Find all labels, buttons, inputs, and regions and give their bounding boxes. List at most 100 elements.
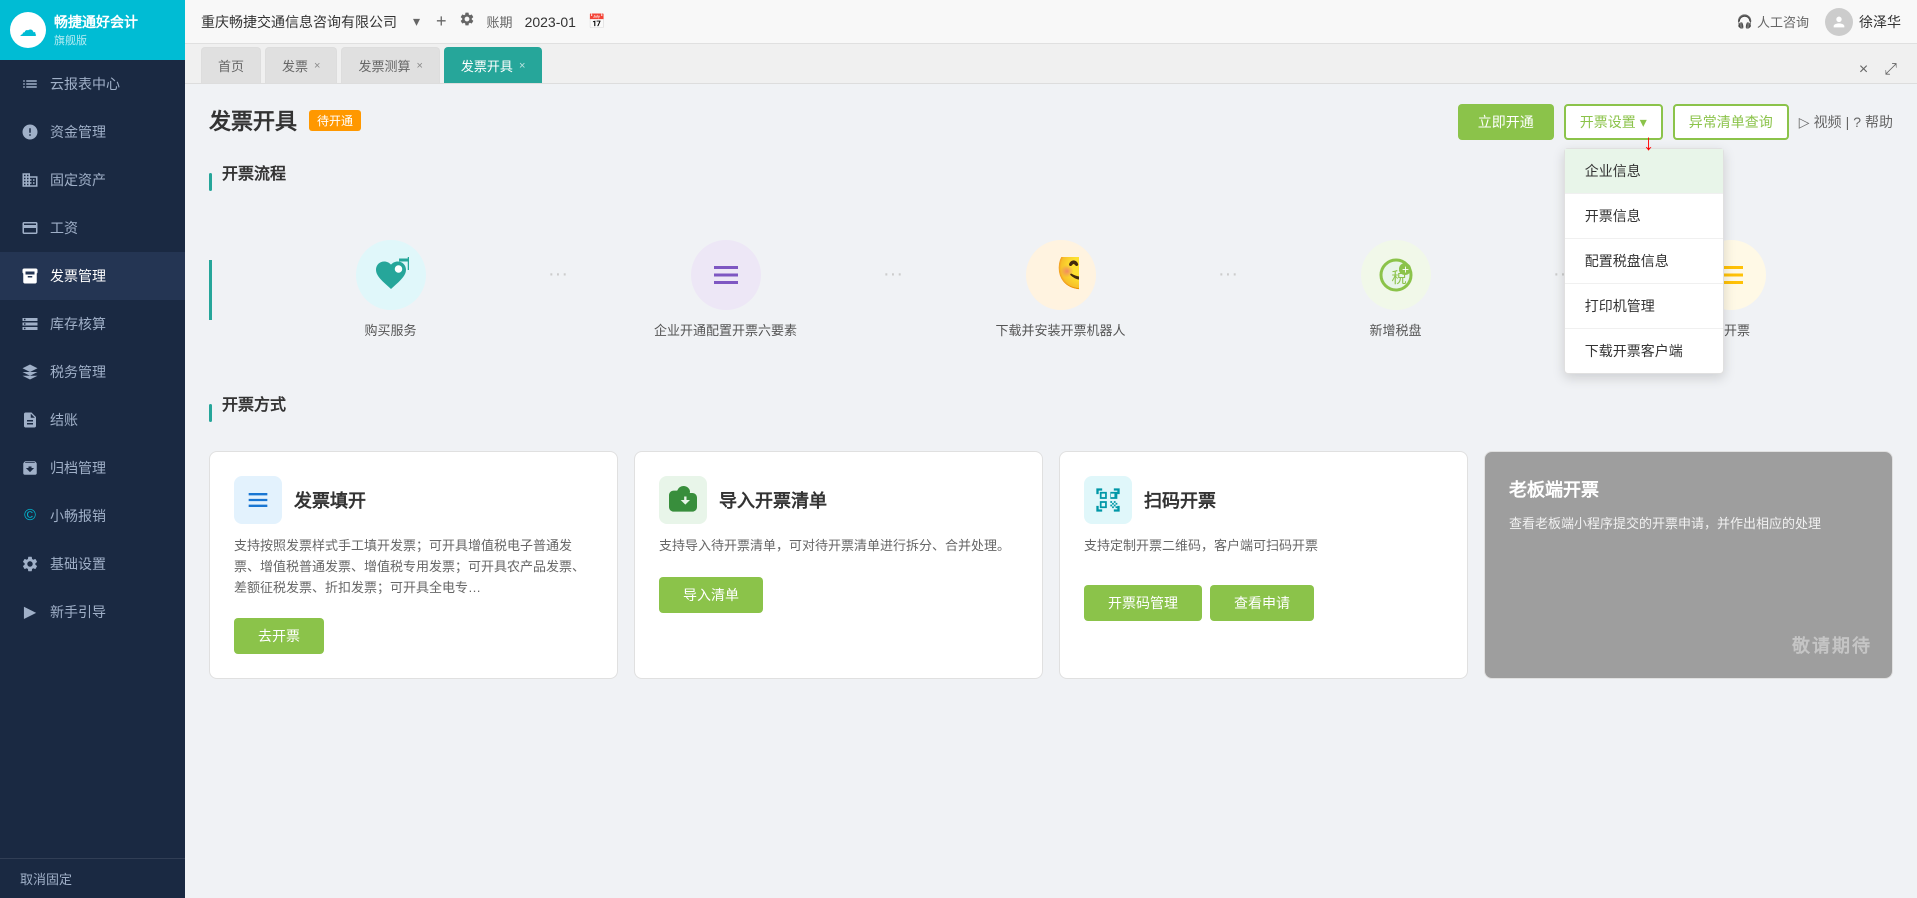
sidebar-nav: 云报表中心 资金管理 固定资产 工资 [0, 60, 185, 858]
calendar-icon[interactable]: 📅 [588, 13, 605, 30]
tabs-actions: × ⤢ [1855, 57, 1901, 83]
company-dropdown-icon[interactable]: ▾ [413, 13, 420, 30]
sidebar-item-shuiwu[interactable]: 税务管理 [0, 348, 185, 396]
user-info[interactable]: 徐泽华 [1825, 8, 1901, 36]
tab-invoice-open[interactable]: 发票开具 × [444, 47, 542, 83]
download-icon: 😊 [1026, 240, 1096, 310]
tab-invoice-open-close[interactable]: × [519, 60, 525, 72]
settle-icon [20, 410, 40, 430]
scan-icon [1084, 476, 1132, 524]
separator: | [1846, 114, 1850, 130]
settings-dropdown-wrapper: 开票设置 ▾ → 企业信息 开票信息 配置税盘 [1564, 104, 1663, 140]
period-label: 账期 [487, 12, 513, 31]
red-arrow-icon: → [1639, 133, 1665, 155]
salary-icon [20, 218, 40, 238]
process-divider [209, 260, 212, 320]
sidebar-item-guidang[interactable]: 归档管理 [0, 444, 185, 492]
sidebar-item-fapiao[interactable]: 发票管理 [0, 252, 185, 300]
archive-icon [20, 458, 40, 478]
tax-disk-icon: 税+ [1361, 240, 1431, 310]
chart-icon [20, 74, 40, 94]
tab-invoice-close[interactable]: × [314, 60, 320, 72]
report-icon: © [20, 506, 40, 526]
fill-go-button[interactable]: 去开票 [234, 618, 324, 654]
consult-button[interactable]: 🎧 人工咨询 [1737, 12, 1809, 31]
tab-invoice[interactable]: 发票 × [265, 47, 337, 83]
dropdown-item-download-client[interactable]: 下载开票客户端 [1565, 329, 1723, 373]
header-right: 🎧 人工咨询 徐泽华 [1737, 8, 1901, 36]
dropdown-item-company-info[interactable]: 企业信息 [1565, 149, 1723, 194]
sidebar-unpin[interactable]: 取消固定 [0, 858, 185, 898]
boss-card-header: 老板端开票 [1509, 476, 1868, 502]
user-avatar [1825, 8, 1853, 36]
billing-section-title: 开票方式 [222, 391, 286, 415]
building-icon [20, 170, 40, 190]
process-step-download: 😊 下载并安装开票机器人 [898, 240, 1223, 339]
header: 重庆畅捷交通信息咨询有限公司 ▾ + 账期 2023-01 📅 🎧 人工咨询 徐… [185, 0, 1917, 44]
storage-icon [20, 314, 40, 334]
dropdown-item-printer[interactable]: 打印机管理 [1565, 284, 1723, 329]
tab-home[interactable]: 首页 [201, 47, 261, 83]
tab-close-button[interactable]: × [1855, 57, 1872, 83]
sidebar-item-zijin[interactable]: 资金管理 [0, 108, 185, 156]
activate-button[interactable]: 立即开通 [1458, 104, 1554, 140]
page-title: 发票开具 [209, 104, 297, 136]
sidebar-item-jiezhang[interactable]: 结账 [0, 396, 185, 444]
status-badge: 待开通 [309, 110, 361, 131]
import-icon [659, 476, 707, 524]
guide-icon: ▶ [20, 602, 40, 622]
section-line [209, 173, 212, 191]
period-value: 2023-01 [525, 14, 576, 30]
process-step-tax: 税+ 新增税盘 [1233, 240, 1558, 339]
scan-card-header: 扫码开票 [1084, 476, 1443, 524]
dropdown-item-tax-disk[interactable]: 配置税盘信息 [1565, 239, 1723, 284]
logo: ☁ 畅捷通好会计 旗舰版 [0, 0, 185, 60]
tax-icon [20, 362, 40, 382]
sidebar-item-xinshou[interactable]: ▶ 新手引导 [0, 588, 185, 636]
billing-card-fill: 发票填开 支持按照发票样式手工填开发票；可开具增值税电子普通发票、增值税普通发票… [209, 451, 618, 679]
sidebar-item-jichu[interactable]: 基础设置 [0, 540, 185, 588]
settings-dropdown-menu: → 企业信息 开票信息 配置税盘信息 打印机管理 [1564, 148, 1724, 374]
page-content: 发票开具 待开通 立即开通 开票设置 ▾ → 企业信息 [185, 84, 1917, 898]
tab-invoice-calc[interactable]: 发票测算 × [341, 47, 439, 83]
sidebar: ☁ 畅捷通好会计 旗舰版 云报表中心 资金管理 [0, 0, 185, 898]
buy-service-icon: + [356, 240, 426, 310]
config-icon [691, 240, 761, 310]
top-actions: 立即开通 开票设置 ▾ → 企业信息 开票信息 [1458, 104, 1893, 140]
headset-icon: 🎧 [1737, 14, 1753, 30]
header-settings-icon[interactable] [459, 11, 475, 32]
billing-card-boss: 老板端开票 查看老板端小程序提交的开票申请，并作出相应的处理 敬请期待 [1484, 451, 1893, 679]
username: 徐泽华 [1859, 12, 1901, 32]
dropdown-item-invoice-info[interactable]: 开票信息 [1565, 194, 1723, 239]
sidebar-item-gudingzichan[interactable]: 固定资产 [0, 156, 185, 204]
company-name: 重庆畅捷交通信息咨询有限公司 [201, 12, 397, 32]
sidebar-item-gongzi[interactable]: 工资 [0, 204, 185, 252]
money-icon [20, 122, 40, 142]
main-area: 重庆畅捷交通信息咨询有限公司 ▾ + 账期 2023-01 📅 🎧 人工咨询 徐… [185, 0, 1917, 898]
import-card-header: 导入开票清单 [659, 476, 1018, 524]
abnormal-button[interactable]: 异常清单查询 [1673, 104, 1789, 140]
video-button[interactable]: ▷ 视频 | ? 帮助 [1799, 112, 1893, 132]
invoice-icon [20, 266, 40, 286]
logo-icon: ☁ [10, 12, 46, 48]
tab-expand-button[interactable]: ⤢ [1880, 57, 1901, 83]
tabs-bar: 首页 发票 × 发票测算 × 发票开具 × × ⤢ [185, 44, 1917, 84]
billing-section-line [209, 404, 212, 422]
scan-buttons: 开票码管理 查看申请 [1084, 577, 1443, 621]
billing-card-scan: 扫码开票 支持定制开票二维码，客户端可扫码开票 开票码管理 查看申请 [1059, 451, 1468, 679]
billing-section: 开票方式 发票填开 支持按照发票样式手工填开发票；可开具增值税电子普通发票、增值… [209, 391, 1893, 679]
billing-card-import: 导入开票清单 支持导入待开票清单，可对待开票清单进行拆分、合并处理。 导入清单 [634, 451, 1043, 679]
svg-text:+: + [1402, 263, 1409, 277]
svg-text:+: + [397, 257, 409, 283]
sidebar-item-yunbao[interactable]: 云报表中心 [0, 60, 185, 108]
add-company-icon[interactable]: + [436, 11, 447, 32]
import-button[interactable]: 导入清单 [659, 577, 763, 613]
tab-invoice-calc-close[interactable]: × [416, 60, 422, 72]
process-step-config: 企业开通配置开票六要素 [563, 240, 888, 339]
sidebar-item-xiaochang[interactable]: © 小畅报销 [0, 492, 185, 540]
billing-section-header: 开票方式 [209, 391, 1893, 435]
view-apply-button[interactable]: 查看申请 [1210, 585, 1314, 621]
qrcode-manage-button[interactable]: 开票码管理 [1084, 585, 1202, 621]
sidebar-item-kucun[interactable]: 库存核算 [0, 300, 185, 348]
process-section-title: 开票流程 [222, 160, 286, 184]
